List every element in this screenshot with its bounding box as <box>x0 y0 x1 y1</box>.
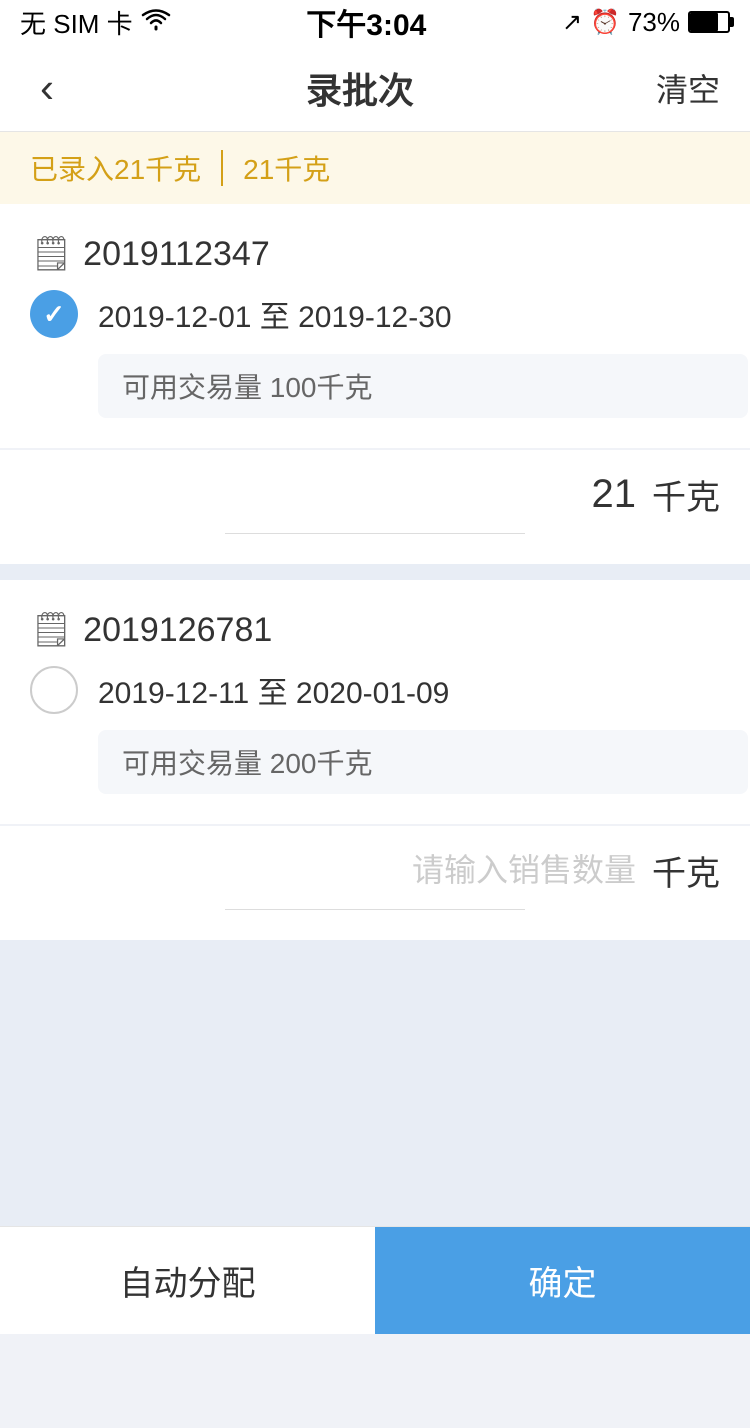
carrier-text: 无 SIM 卡 <box>20 4 133 41</box>
page-title: 录批次 <box>306 62 414 114</box>
batch1-amount-line: 21 千克 <box>30 460 720 529</box>
banner-divider <box>221 150 223 186</box>
location-icon: ↗ <box>562 8 582 37</box>
status-right: ↗ ⏰ 73% <box>562 7 730 38</box>
battery-percent: 73% <box>628 7 680 38</box>
batch1-card: 🗒 2019112347 ✓ 2019-12-01 至 2019-12-30 可… <box>0 204 750 448</box>
info-banner: 已录入21千克 21千克 <box>0 132 750 204</box>
batch2-header: 🗒 2019126781 <box>30 610 720 650</box>
status-left: 无 SIM 卡 <box>20 4 171 41</box>
batch2-icon: 🗒 <box>30 610 73 650</box>
alarm-icon: ⏰ <box>590 8 620 37</box>
batch2-input-line: 千克 <box>30 836 720 905</box>
batch1-icon: 🗒 <box>30 234 73 274</box>
batch2-unit: 千克 <box>652 846 720 895</box>
batch2-id: 2019126781 <box>83 611 272 650</box>
section-separator <box>0 564 750 580</box>
batch1-underline <box>30 529 720 544</box>
batch2-radio[interactable] <box>30 666 78 714</box>
nav-bar: ‹ 录批次 清空 <box>0 44 750 132</box>
batch1-available: 可用交易量 100千克 <box>98 354 748 418</box>
batch1-amount-section: 21 千克 <box>0 450 750 564</box>
batch1-amount-unit: 千克 <box>652 470 720 519</box>
batch2-underline <box>30 905 720 920</box>
status-bar: 无 SIM 卡 下午3:04 ↗ ⏰ 73% <box>0 0 750 44</box>
back-button[interactable]: ‹ <box>30 54 64 122</box>
time-display: 下午3:04 <box>306 0 426 44</box>
battery-icon <box>688 11 730 33</box>
check-icon: ✓ <box>43 299 65 330</box>
batch1-date-range: 2019-12-01 至 2019-12-30 <box>98 292 452 336</box>
bottom-bar: 自动分配 确定 <box>0 1226 750 1334</box>
batch1-radio[interactable]: ✓ <box>30 290 78 338</box>
batch1-amount-value: 21 <box>592 472 637 517</box>
batch2-date-range: 2019-12-11 至 2020-01-09 <box>98 668 449 712</box>
batch2-card: 🗒 2019126781 2019-12-11 至 2020-01-09 可用交… <box>0 580 750 824</box>
batch2-available: 可用交易量 200千克 <box>98 730 748 794</box>
batch2-date-row: 2019-12-11 至 2020-01-09 <box>30 666 720 714</box>
recorded-value: 21千克 <box>243 148 330 188</box>
batch1-header: 🗒 2019112347 <box>30 234 720 274</box>
confirm-button[interactable]: 确定 <box>375 1227 750 1334</box>
clear-button[interactable]: 清空 <box>656 65 720 111</box>
batch1-date-row: ✓ 2019-12-01 至 2019-12-30 <box>30 290 720 338</box>
auto-distribute-button[interactable]: 自动分配 <box>0 1227 375 1334</box>
batch2-input-section: 千克 <box>0 826 750 940</box>
batch1-id: 2019112347 <box>83 235 270 274</box>
qty-input[interactable] <box>216 852 636 889</box>
recorded-label: 已录入21千克 <box>30 148 201 188</box>
wifi-icon <box>141 7 171 38</box>
